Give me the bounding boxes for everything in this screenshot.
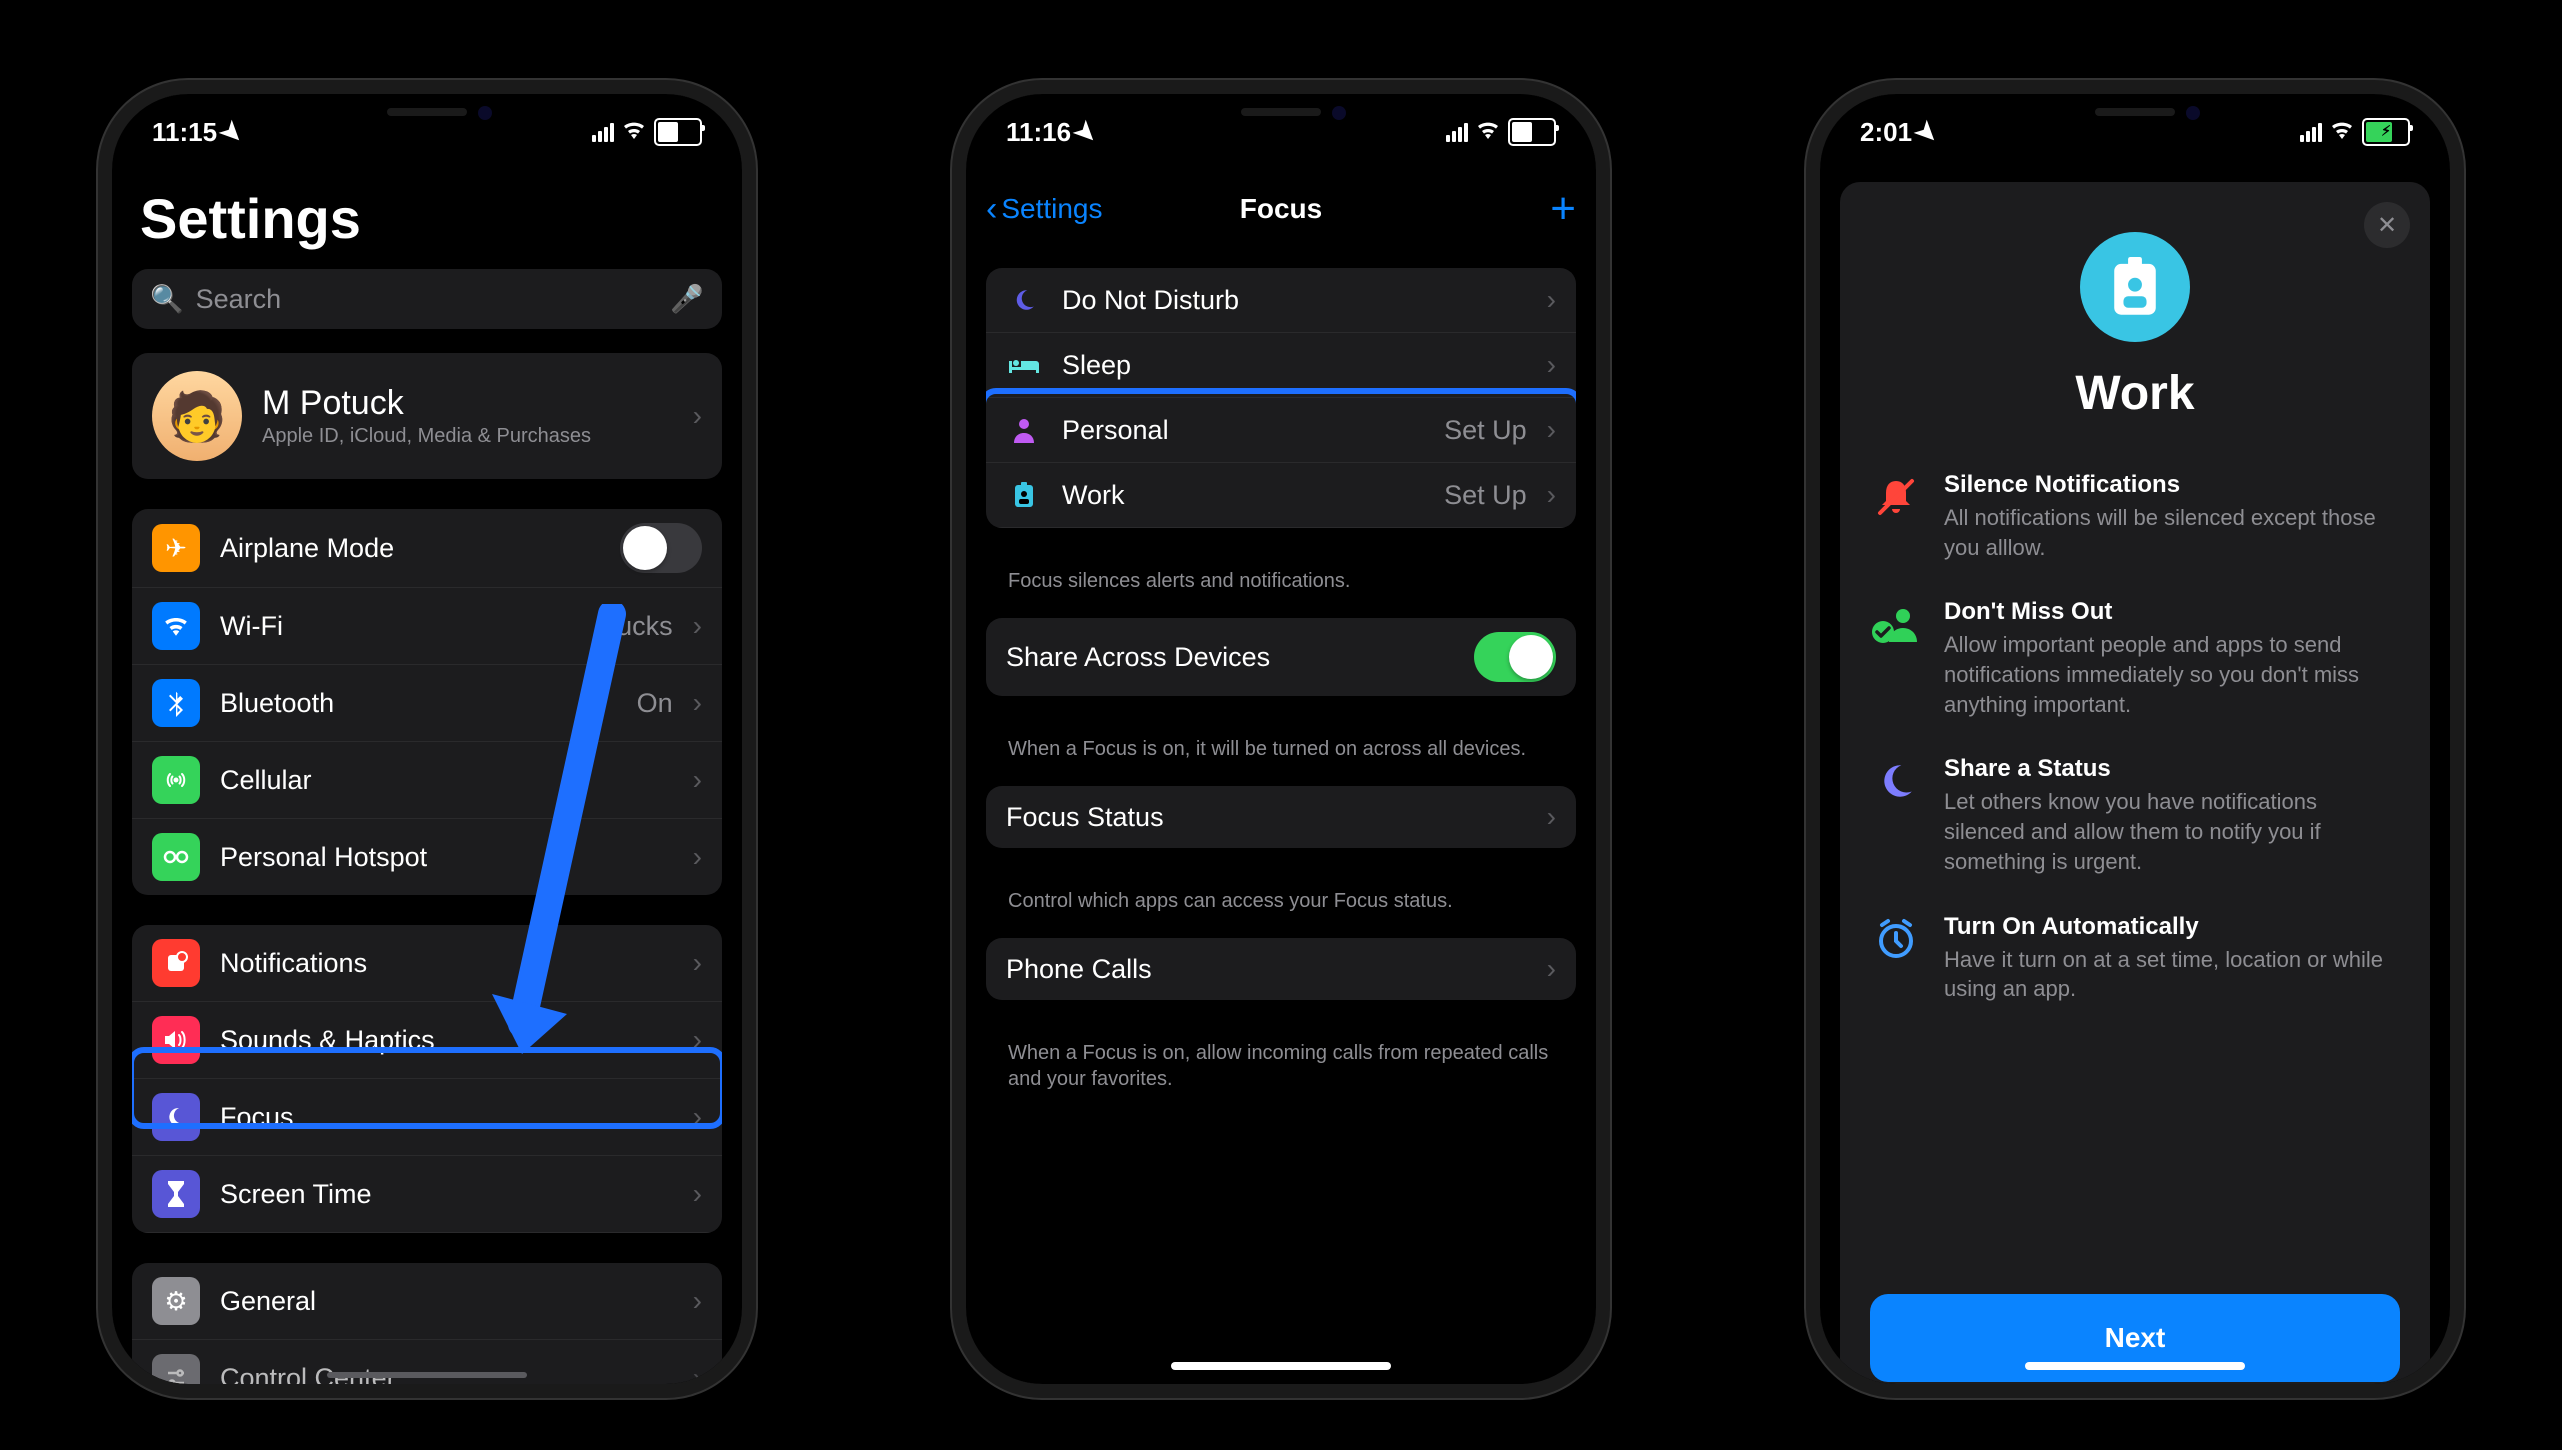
avatar: 🧑 [152, 371, 242, 461]
location-icon: ➤ [213, 113, 250, 150]
row-dnd[interactable]: Do Not Disturb › [986, 268, 1576, 333]
status-time: 11:15 [152, 117, 217, 148]
modes-footer: Focus silences alerts and notifications. [986, 558, 1576, 618]
wifi-icon [1476, 119, 1500, 145]
page-title: Settings [132, 186, 722, 251]
home-indicator[interactable] [1171, 1362, 1391, 1370]
general-icon: ⚙︎ [152, 1277, 200, 1325]
chevron-icon: › [693, 1101, 702, 1133]
search-placeholder: Search [196, 284, 659, 315]
home-indicator[interactable] [2025, 1362, 2245, 1370]
row-sleep[interactable]: Sleep › [986, 333, 1576, 398]
chevron-icon: › [693, 687, 702, 719]
row-cellular[interactable]: Cellular › [132, 742, 722, 819]
phone-settings-main: 11:15 ➤ Settings 🔍 Search 🎤 🧑 M Potuc [98, 80, 756, 1398]
row-work[interactable]: Work Set Up › [986, 463, 1576, 528]
chevron-icon: › [1547, 349, 1556, 381]
back-button[interactable]: ‹ Settings [986, 190, 1103, 229]
row-airplane-mode[interactable]: ✈︎ Airplane Mode [132, 509, 722, 588]
profile-name: M Potuck [262, 384, 673, 423]
bluetooth-icon [152, 679, 200, 727]
phone-work-setup: 2:01 ➤ ⚡︎ ✕ Work Silence Notifications A… [1806, 80, 2464, 1398]
location-icon: ➤ [1908, 113, 1945, 150]
feature-dont-miss: Don't Miss Out Allow important people an… [1870, 598, 2400, 719]
chevron-icon: › [693, 400, 702, 432]
work-hero-icon [2080, 232, 2190, 342]
status-footer: Control which apps can access your Focus… [986, 878, 1576, 938]
row-focus-status[interactable]: Focus Status › [986, 786, 1576, 848]
chevron-icon: › [1547, 801, 1556, 833]
bed-icon [1006, 347, 1042, 383]
signal-icon [2300, 123, 2322, 142]
sounds-icon [152, 1016, 200, 1064]
row-notifications[interactable]: Notifications › [132, 925, 722, 1002]
add-button[interactable]: + [1550, 184, 1576, 234]
chevron-icon: › [693, 1285, 702, 1317]
row-sounds[interactable]: Sounds & Haptics › [132, 1002, 722, 1079]
search-icon: 🔍 [150, 283, 184, 315]
hotspot-icon [152, 833, 200, 881]
feature-automatic: Turn On Automatically Have it turn on at… [1870, 913, 2400, 1004]
row-general[interactable]: ⚙︎ General › [132, 1263, 722, 1340]
chevron-icon: › [693, 610, 702, 642]
profile-row[interactable]: 🧑 M Potuck Apple ID, iCloud, Media & Pur… [132, 353, 722, 479]
focus-icon [152, 1093, 200, 1141]
badge-icon [1006, 477, 1042, 513]
row-wifi[interactable]: Wi-Fi Tucks › [132, 588, 722, 665]
chevron-icon: › [693, 1178, 702, 1210]
airplane-toggle[interactable] [620, 523, 702, 573]
row-bluetooth[interactable]: Bluetooth On › [132, 665, 722, 742]
airplane-icon: ✈︎ [152, 524, 200, 572]
close-button[interactable]: ✕ [2364, 202, 2410, 248]
row-share-devices[interactable]: Share Across Devices [986, 618, 1576, 696]
row-personal[interactable]: Personal Set Up › [986, 398, 1576, 463]
bell-slash-icon [1870, 471, 1922, 523]
person-icon [1006, 412, 1042, 448]
location-icon: ➤ [1067, 113, 1104, 150]
chevron-icon: › [693, 1024, 702, 1056]
alarm-clock-icon [1870, 913, 1922, 965]
battery-icon [654, 118, 702, 146]
wifi-row-icon [152, 602, 200, 650]
checkmark-people-icon [1870, 598, 1922, 650]
signal-icon [592, 123, 614, 142]
hero-title: Work [1870, 366, 2400, 421]
battery-charging-icon: ⚡︎ [2362, 118, 2410, 146]
row-focus[interactable]: Focus › [132, 1079, 722, 1156]
search-input[interactable]: 🔍 Search 🎤 [132, 269, 722, 329]
work-onboarding-modal: ✕ Work Silence Notifications All notific… [1840, 182, 2430, 1384]
battery-icon [1508, 118, 1556, 146]
row-phone-calls[interactable]: Phone Calls › [986, 938, 1576, 1000]
chevron-icon: › [1547, 953, 1556, 985]
chevron-icon: › [1547, 479, 1556, 511]
chevron-icon: › [693, 764, 702, 796]
screentime-icon [152, 1170, 200, 1218]
phone-focus-list: 11:16 ➤ ‹ Settings Focus + Do Not Distur… [952, 80, 1610, 1398]
signal-icon [1446, 123, 1468, 142]
chevron-icon: › [693, 841, 702, 873]
row-screen-time[interactable]: Screen Time › [132, 1156, 722, 1233]
moon-status-icon [1870, 755, 1922, 807]
feature-share-status: Share a Status Let others know you have … [1870, 755, 2400, 876]
chevron-icon: › [1547, 414, 1556, 446]
feature-silence: Silence Notifications All notifications … [1870, 471, 2400, 562]
notifications-icon [152, 939, 200, 987]
moon-icon [1006, 282, 1042, 318]
mic-icon[interactable]: 🎤 [670, 283, 704, 315]
chevron-icon: › [693, 1362, 702, 1384]
status-time: 2:01 [1860, 117, 1912, 148]
chevron-icon: › [693, 947, 702, 979]
nav-title: Focus [1240, 193, 1322, 225]
control-center-icon [152, 1354, 200, 1384]
chevron-icon: › [1547, 284, 1556, 316]
share-toggle[interactable] [1474, 632, 1556, 682]
status-time: 11:16 [1006, 117, 1071, 148]
wifi-icon [622, 119, 646, 145]
cellular-icon [152, 756, 200, 804]
share-footer: When a Focus is on, it will be turned on… [986, 726, 1576, 786]
wifi-icon [2330, 119, 2354, 145]
row-hotspot[interactable]: Personal Hotspot › [132, 819, 722, 895]
calls-footer: When a Focus is on, allow incoming calls… [986, 1030, 1576, 1116]
profile-sub: Apple ID, iCloud, Media & Purchases [262, 425, 673, 448]
